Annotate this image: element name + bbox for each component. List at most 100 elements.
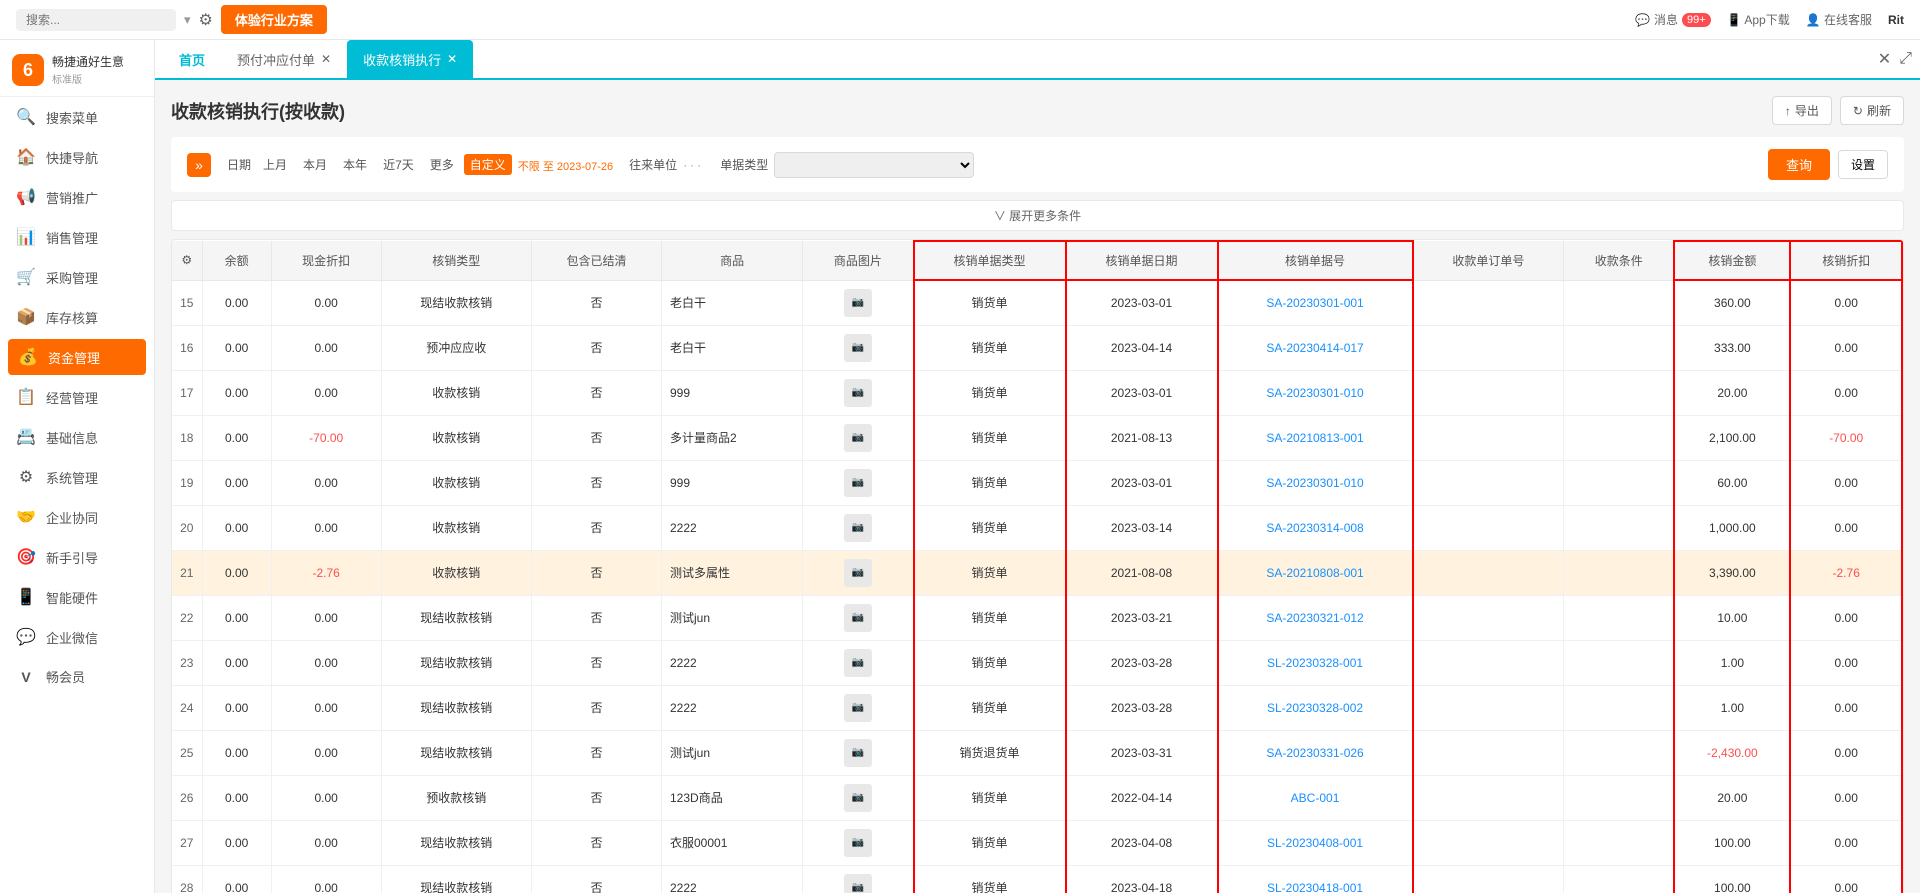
industry-btn[interactable]: 体验行业方案	[221, 5, 327, 34]
row-balance: 0.00	[202, 595, 271, 640]
table-row: 23 0.00 0.00 现结收款核销 否 2222 📷 销货单 2023-03…	[172, 640, 1902, 685]
sidebar-item-enterprise[interactable]: 🤝 企业协同	[0, 497, 154, 537]
row-verify-type: 收款核销	[381, 460, 531, 505]
sidebar-item-marketing[interactable]: 📢 营销推广	[0, 177, 154, 217]
sidebar-item-search[interactable]: 🔍 搜索菜单	[0, 97, 154, 137]
table-row: 24 0.00 0.00 现结收款核销 否 2222 📷 销货单 2023-03…	[172, 685, 1902, 730]
row-verify-bill-no[interactable]: ABC-001	[1218, 775, 1413, 820]
th-balance: 余额	[202, 241, 271, 280]
filter-expand-button[interactable]: »	[187, 153, 211, 177]
sidebar-item-inventory[interactable]: 📦 库存核算	[0, 297, 154, 337]
sidebar-item-label: 新手引导	[46, 548, 98, 567]
date-btn-this-year[interactable]: 本年	[337, 154, 373, 175]
top-search-input[interactable]	[16, 9, 176, 31]
row-verify-bill-no[interactable]: SA-20230321-012	[1218, 595, 1413, 640]
sales-icon: 📊	[16, 227, 36, 247]
tab-verify[interactable]: 收款核销执行 ✕	[347, 40, 473, 78]
main-layout: 6 畅捷通好生意 标准版 🔍 搜索菜单 🏠 快捷导航 📢 营销推广 📊	[0, 40, 1920, 893]
row-verify-bill-date: 2023-03-28	[1066, 640, 1218, 685]
row-include-settled: 否	[531, 415, 661, 460]
row-receipt-condition	[1564, 460, 1675, 505]
tab-home[interactable]: 首页	[163, 40, 221, 78]
row-verify-bill-no[interactable]: SA-20230414-017	[1218, 325, 1413, 370]
single-type-select[interactable]	[774, 152, 974, 178]
row-verify-discount: -2.76	[1790, 550, 1902, 595]
from-unit-dots: ···	[683, 158, 704, 172]
row-receipt-condition	[1564, 685, 1675, 730]
table-row: 15 0.00 0.00 现结收款核销 否 老白干 📷 销货单 2023-03-…	[172, 280, 1902, 325]
row-verify-bill-no[interactable]: SA-20210813-001	[1218, 415, 1413, 460]
online-service-link[interactable]: 👤 在线客服	[1806, 11, 1872, 28]
system-icon: ⚙	[16, 467, 36, 487]
row-receipt-condition	[1564, 595, 1675, 640]
data-table: ⚙ 余额 现金折扣 核销类型 包含已结清 商品 商品图片 核销单据类型 核销单据…	[172, 240, 1903, 893]
sidebar-item-basic-info[interactable]: 📇 基础信息	[0, 417, 154, 457]
row-balance: 0.00	[202, 685, 271, 730]
sidebar-item-member[interactable]: V 畅会员	[0, 657, 154, 696]
export-button[interactable]: ↑ 导出	[1772, 96, 1832, 125]
finance-icon: 💰	[18, 347, 38, 367]
refresh-button[interactable]: ↻ 刷新	[1840, 96, 1904, 125]
tab-prepay[interactable]: 预付冲应付单 ✕	[221, 40, 347, 78]
date-buttons: 上月 本月 本年 近7天 更多 自定义	[257, 154, 512, 175]
gear-icon[interactable]: ⚙	[199, 10, 213, 30]
row-verify-amount: 100.00	[1674, 820, 1790, 865]
sidebar-item-navigation[interactable]: 🏠 快捷导航	[0, 137, 154, 177]
settings-button[interactable]: 设置	[1838, 150, 1888, 179]
sidebar-item-label: 营销推广	[46, 188, 98, 207]
row-cash-discount: -2.76	[271, 550, 381, 595]
sidebar-item-purchase[interactable]: 🛒 采购管理	[0, 257, 154, 297]
expand-more-conditions[interactable]: ∨ 展开更多条件	[171, 200, 1904, 231]
goods-img-cell: 📷	[803, 685, 914, 730]
tab-close-all-icon[interactable]: ✕	[1878, 49, 1891, 69]
row-verify-bill-no[interactable]: SL-20230408-001	[1218, 820, 1413, 865]
goods-img-cell: 📷	[803, 865, 914, 893]
row-verify-bill-no[interactable]: SL-20230328-001	[1218, 640, 1413, 685]
sidebar-item-sales[interactable]: 📊 销售管理	[0, 217, 154, 257]
row-verify-bill-no[interactable]: SA-20230301-010	[1218, 460, 1413, 505]
row-verify-bill-no[interactable]: SA-20230314-008	[1218, 505, 1413, 550]
row-goods: 2222	[662, 505, 803, 550]
sidebar-item-wechat[interactable]: 💬 企业微信	[0, 617, 154, 657]
row-verify-bill-no[interactable]: SA-20230301-001	[1218, 280, 1413, 325]
message-area[interactable]: 💬 消息 99+	[1635, 11, 1711, 28]
date-btn-more[interactable]: 更多	[424, 154, 460, 175]
sidebar-item-label: 库存核算	[46, 308, 98, 327]
tab-expand-icon[interactable]: ⤢	[1899, 50, 1912, 68]
th-settings[interactable]: ⚙	[172, 241, 202, 280]
sidebar-item-hardware[interactable]: 📱 智能硬件	[0, 577, 154, 617]
row-cash-discount: 0.00	[271, 820, 381, 865]
app-download-link[interactable]: 📱 App下载	[1727, 11, 1790, 28]
date-btn-custom[interactable]: 自定义	[464, 154, 512, 175]
tab-verify-close[interactable]: ✕	[447, 52, 457, 66]
row-verify-bill-no[interactable]: SL-20230328-002	[1218, 685, 1413, 730]
row-no: 26	[172, 775, 202, 820]
date-btn-7days[interactable]: 近7天	[377, 154, 420, 175]
row-verify-bill-no[interactable]: SA-20230331-026	[1218, 730, 1413, 775]
chevron-down-icon[interactable]: ▾	[184, 12, 191, 28]
row-balance: 0.00	[202, 370, 271, 415]
row-verify-bill-no[interactable]: SL-20230418-001	[1218, 865, 1413, 893]
row-no: 22	[172, 595, 202, 640]
row-verify-type: 预收款核销	[381, 775, 531, 820]
row-receipt-order-no	[1413, 775, 1564, 820]
filter-bar: » 日期 上月 本月 本年 近7天 更多 自定义 不限 至 2023-07-26	[171, 137, 1904, 192]
row-receipt-order-no	[1413, 820, 1564, 865]
row-goods: 衣服00001	[662, 820, 803, 865]
query-button[interactable]: 查询	[1768, 149, 1830, 180]
sidebar-item-finance[interactable]: 💰 资金管理	[8, 339, 146, 375]
row-include-settled: 否	[531, 685, 661, 730]
row-verify-bill-no[interactable]: SA-20210808-001	[1218, 550, 1413, 595]
refresh-icon: ↻	[1853, 104, 1863, 118]
sidebar-item-system[interactable]: ⚙ 系统管理	[0, 457, 154, 497]
tab-prepay-close[interactable]: ✕	[321, 52, 331, 66]
date-btn-this-month[interactable]: 本月	[297, 154, 333, 175]
sidebar-item-guide[interactable]: 🎯 新手引导	[0, 537, 154, 577]
row-verify-bill-date: 2023-03-21	[1066, 595, 1218, 640]
row-verify-amount: 360.00	[1674, 280, 1790, 325]
row-verify-bill-no[interactable]: SA-20230301-010	[1218, 370, 1413, 415]
row-no: 24	[172, 685, 202, 730]
member-icon: V	[16, 669, 36, 685]
date-btn-last-month[interactable]: 上月	[257, 154, 293, 175]
sidebar-item-operations[interactable]: 📋 经营管理	[0, 377, 154, 417]
